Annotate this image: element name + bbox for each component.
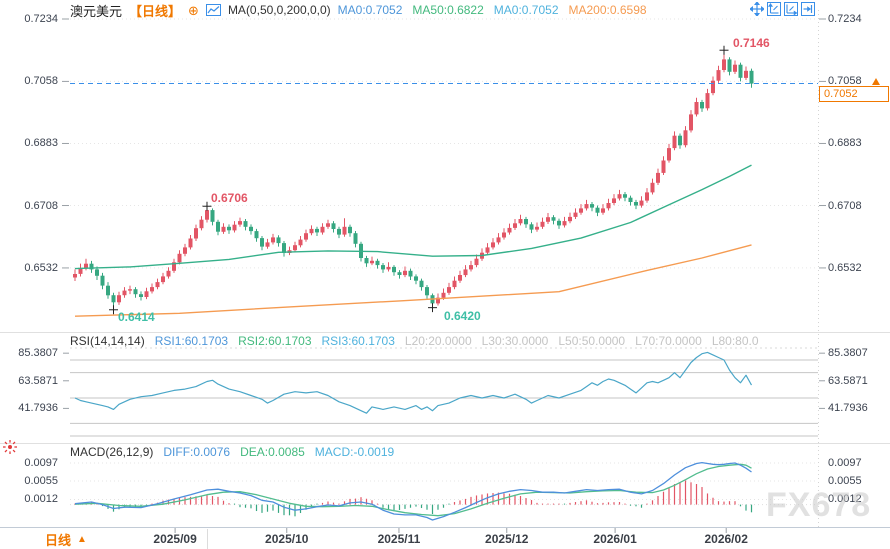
chart-header: 澳元美元 【日线】 ⊕ MA(0,50,0,200,0,0) MA0:0.705… (70, 2, 647, 19)
chart-canvas[interactable] (0, 0, 890, 549)
ma-values: MA0:0.7052 MA50:0.6822 MA0:0.7052 MA200:… (338, 3, 647, 17)
pan-crosshair-icon[interactable] (749, 1, 765, 17)
high-annotation-1: 0.6706 (211, 191, 248, 205)
low-annotation-2: 0.6420 (444, 309, 481, 323)
jump-to-latest-icon[interactable] (801, 2, 815, 16)
rsi-header: RSI(14,14,14) RSI1:60.1703 RSI2:60.1703 … (70, 334, 759, 348)
symbol-name: 澳元美元 (70, 3, 123, 19)
macd-header: MACD(26,12,9) DIFF:0.0076 DEA:0.0085 MAC… (70, 445, 394, 459)
chart-app: 0.7234 0.7234 0.7058 0.7058 0.6883 0.6883 0.67… (0, 0, 890, 549)
fit-time-axis-icon[interactable] (784, 2, 798, 16)
rsi3-value: RSI3:60.1703 (321, 334, 395, 348)
add-indicator-icon[interactable]: ⊕ (188, 4, 199, 17)
chart-toolbar (749, 1, 815, 17)
period-selector-label: 日线 (45, 532, 72, 548)
rsi-level-80: L80:80.0 (711, 334, 759, 348)
high-annotation-2: 0.7146 (733, 36, 770, 50)
period-badge: 【日线】 (129, 3, 182, 19)
low-annotation-1: 0.6414 (118, 310, 155, 324)
rsi2-value: RSI2:60.1703 (238, 334, 312, 348)
rsi-level-20: L20:20.0000 (404, 334, 472, 348)
rsi-level-50: L50:50.0000 (558, 334, 626, 348)
diff-value: DIFF:0.0076 (163, 445, 231, 459)
macd-value: MACD:-0.0019 (314, 445, 395, 459)
ma-settings: MA(0,50,0,200,0,0) (227, 3, 331, 17)
rsi1-value: RSI1:60.1703 (154, 334, 229, 348)
rsi-level-30: L30:30.0000 (481, 334, 549, 348)
rsi-title: RSI(14,14,14) (70, 334, 145, 348)
dea-value: DEA:0.0085 (240, 445, 305, 459)
line-chart-icon[interactable] (205, 4, 221, 16)
starburst-icon (2, 439, 18, 460)
ma0-value: MA0:0.7052 (337, 3, 403, 17)
price-up-arrow-icon (872, 78, 880, 85)
triangle-up-icon: ▲ (77, 533, 87, 545)
period-selector[interactable]: 日线 ▲ (0, 529, 208, 549)
rsi-level-70: L70:70.0000 (635, 334, 702, 348)
ma50-value: MA50:0.6822 (412, 3, 484, 17)
macd-title: MACD(26,12,9) (70, 445, 154, 459)
last-price-tag: 0.7052 (819, 86, 889, 102)
ma200-value: MA200:0.6598 (568, 3, 647, 17)
ma0b-value: MA0:0.7052 (493, 3, 559, 17)
fit-price-axis-icon[interactable] (767, 2, 781, 16)
